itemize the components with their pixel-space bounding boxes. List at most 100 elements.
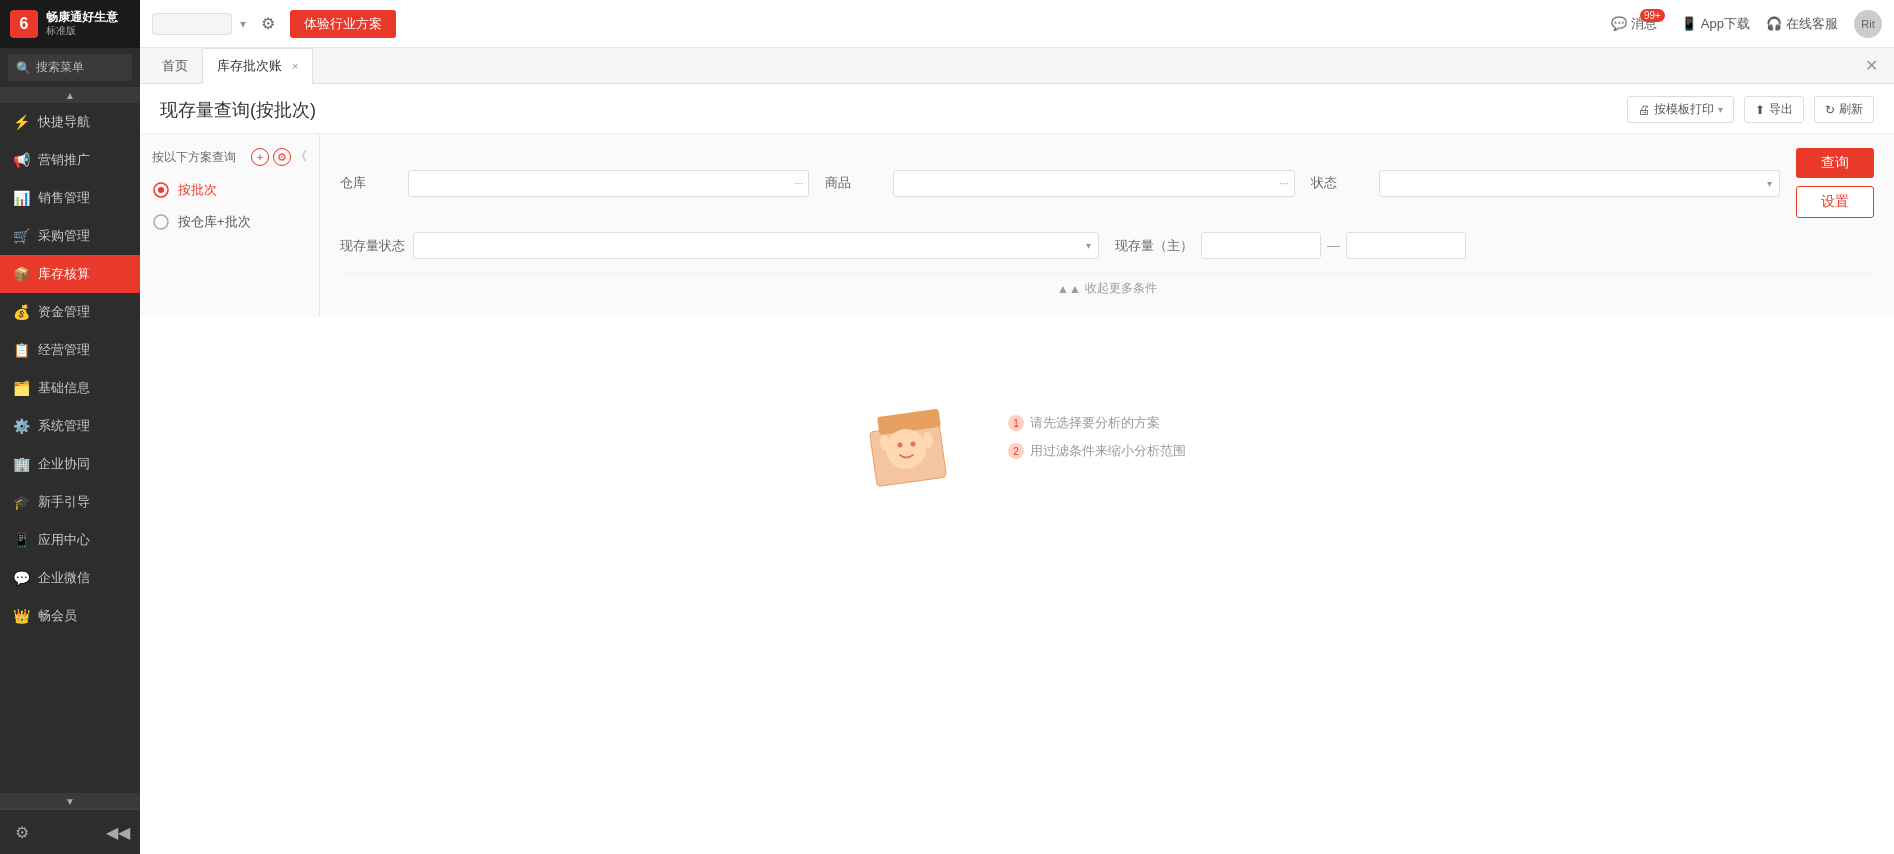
tab-home-label: 首页 [162,57,188,75]
sidebar-item-basic-label: 基础信息 [38,379,90,397]
vip-icon: 👑 [12,607,30,625]
ops-icon: 📋 [12,341,30,359]
search-menu[interactable]: 🔍 搜索菜单 [8,54,132,81]
sidebar-item-ops-label: 经营管理 [38,341,90,359]
sidebar-item-basic[interactable]: 🗂️ 基础信息 [0,369,140,407]
empty-hint-2-text: 用过滤条件来缩小分析范围 [1030,442,1186,460]
app-download-icon: 📱 [1681,16,1697,31]
filter-group-warehouse: 仓库 ··· [340,170,809,197]
filter-add-btn[interactable]: + [251,148,269,166]
filter-settings-btn[interactable]: ⚙ [273,148,291,166]
search-icon: 🔍 [16,61,31,75]
online-service-label: 在线客服 [1786,15,1838,33]
message-btn[interactable]: 💬 消息 99+ [1611,15,1657,33]
sidebar-settings-btn[interactable]: ⚙ [8,818,36,846]
svg-point-8 [911,442,916,447]
filter-sidebar-actions: + ⚙ 《 [251,148,307,166]
sidebar-item-appstore-label: 应用中心 [38,531,90,549]
template-print-label: 按模板打印 [1654,101,1714,118]
sidebar-item-vip[interactable]: 👑 畅会员 [0,597,140,635]
app-download-btn[interactable]: 📱 App下载 [1681,15,1750,33]
stock-amount-min[interactable] [1201,232,1321,259]
template-print-btn[interactable]: 🖨 按模板打印 ▾ [1627,96,1734,123]
filter-sidebar-title: 按以下方案查询 [152,149,236,166]
filter-collapse-btn[interactable]: 《 [295,148,307,166]
goods-input[interactable] [893,170,1294,197]
sidebar-footer: ⚙ ◀◀ [0,809,140,854]
tab-home[interactable]: 首页 [148,48,202,84]
warehouse-input[interactable] [408,170,809,197]
page-content: 现存量查询(按批次) 🖨 按模板打印 ▾ ⬆ 导出 ↻ 刷新 [140,84,1894,854]
nav-scroll: ⚡ 快捷导航 📢 营销推广 📊 销售管理 🛒 采购管理 📦 库存核算 💰 资金管… [0,103,140,793]
sidebar-collapse-btn[interactable]: ◀◀ [104,818,132,846]
sidebar-item-inventory[interactable]: 📦 库存核算 [0,255,140,293]
topbar: ▾ ⚙ 体验行业方案 💬 消息 99+ 📱 App下载 🎧 在线客服 Rit [140,0,1894,48]
filter-item-warehouse-batch-label: 按仓库+批次 [178,213,251,231]
scroll-up[interactable]: ▲ [0,87,140,103]
trial-btn[interactable]: 体验行业方案 [290,10,396,38]
status-select[interactable] [1379,170,1780,197]
sidebar-item-finance[interactable]: 💰 资金管理 [0,293,140,331]
appstore-icon: 📱 [12,531,30,549]
status-label: 状态 [1311,174,1371,192]
filter-group-goods: 商品 ··· [825,170,1294,197]
sidebar-item-quick-nav[interactable]: ⚡ 快捷导航 [0,103,140,141]
tab-close-btn[interactable]: × [292,60,298,72]
breadcrumb-chevron-icon[interactable]: ▾ [240,17,246,31]
sidebar-item-newbie[interactable]: 🎓 新手引导 [0,483,140,521]
online-service-btn[interactable]: 🎧 在线客服 [1766,15,1838,33]
message-icon: 💬 [1611,16,1627,31]
topbar-gear-icon[interactable]: ⚙ [254,10,282,38]
filter-item-warehouse-batch[interactable]: 按仓库+批次 [140,206,319,238]
warehouse-dots[interactable]: ··· [794,177,803,189]
export-btn[interactable]: ⬆ 导出 [1744,96,1804,123]
tab-inventory-batch-label: 库存批次账 [217,57,282,75]
avatar: Rit [1854,10,1882,38]
svg-point-1 [158,187,164,193]
sidebar-item-wechat[interactable]: 💬 企业微信 [0,559,140,597]
tab-panel-close-btn[interactable]: ✕ [1857,48,1886,83]
marketing-icon: 📢 [12,151,30,169]
collapse-up-icon: ▲▲ [1057,282,1081,296]
app-subtitle: 标准版 [46,24,118,38]
sidebar: 6 畅康通好生意 标准版 🔍 搜索菜单 ▲ ⚡ 快捷导航 📢 营销推广 📊 销售… [0,0,140,854]
sidebar-item-sales[interactable]: 📊 销售管理 [0,179,140,217]
breadcrumb-input[interactable] [152,13,232,35]
topbar-right: 💬 消息 99+ 📱 App下载 🎧 在线客服 Rit [1611,10,1882,38]
stock-status-select-wrapper: ▾ [413,232,1099,259]
sidebar-item-enterprise[interactable]: 🏢 企业协同 [0,445,140,483]
goods-label: 商品 [825,174,885,192]
main-area: ▾ ⚙ 体验行业方案 💬 消息 99+ 📱 App下载 🎧 在线客服 Rit [140,0,1894,854]
collapse-more-btn[interactable]: ▲▲ 收起更多条件 [340,273,1874,303]
filter-panel: 按以下方案查询 + ⚙ 《 按批次 [140,134,1894,317]
stock-amount-dash: — [1327,238,1340,253]
query-btn[interactable]: 查询 [1796,148,1874,178]
headset-icon: 🎧 [1766,16,1782,31]
app-logo: 6 [10,10,38,38]
stock-amount-max[interactable] [1346,232,1466,259]
user-menu[interactable]: Rit [1854,10,1882,38]
goods-dots[interactable]: ··· [1279,177,1288,189]
filter-row-1: 仓库 ··· 商品 ··· 状态 [340,148,1874,218]
refresh-btn[interactable]: ↻ 刷新 [1814,96,1874,123]
scroll-down[interactable]: ▼ [0,793,140,809]
filter-item-warehouse-batch-icon [152,213,170,231]
sidebar-item-appstore[interactable]: 📱 应用中心 [0,521,140,559]
empty-hint-1-num: 1 [1008,415,1024,431]
stock-status-select[interactable] [413,232,1099,259]
settings-btn[interactable]: 设置 [1796,186,1874,218]
empty-state: 1 请先选择要分析的方案 2 用过滤条件来缩小分析范围 [140,317,1894,557]
stock-status-label: 现存量状态 [340,237,405,255]
sidebar-item-purchase-label: 采购管理 [38,227,90,245]
app-title-block: 畅康通好生意 标准版 [46,10,118,38]
filter-item-batch[interactable]: 按批次 [140,174,319,206]
sidebar-item-system[interactable]: ⚙️ 系统管理 [0,407,140,445]
empty-svg [848,377,968,497]
sidebar-item-ops[interactable]: 📋 经营管理 [0,331,140,369]
sidebar-item-marketing[interactable]: 📢 营销推广 [0,141,140,179]
app-download-label: App下载 [1701,15,1750,33]
sidebar-item-purchase[interactable]: 🛒 采购管理 [0,217,140,255]
goods-input-wrapper: ··· [893,170,1294,197]
quick-nav-icon: ⚡ [12,113,30,131]
tab-inventory-batch[interactable]: 库存批次账 × [202,48,313,84]
